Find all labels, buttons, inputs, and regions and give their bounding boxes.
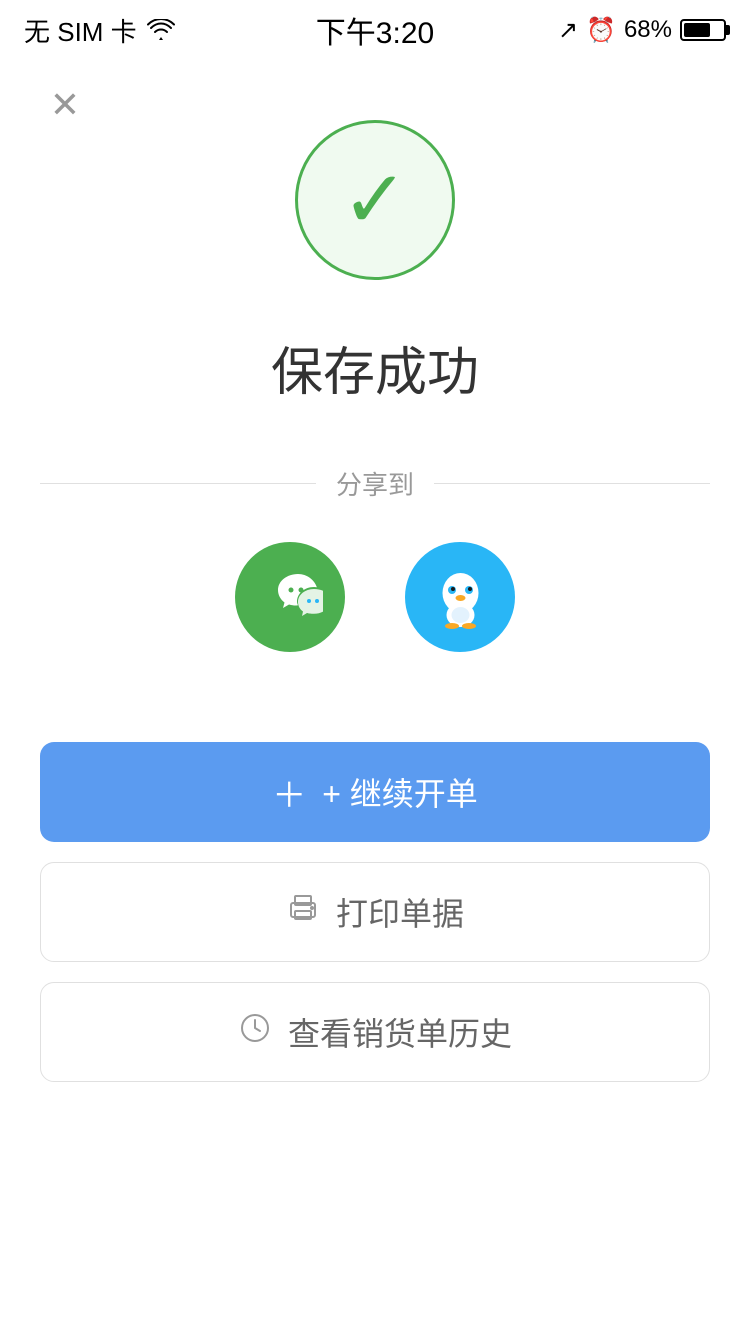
print-icon <box>286 891 320 934</box>
share-section: 分享到 <box>0 465 750 652</box>
success-circle: ✓ <box>295 120 455 280</box>
checkmark-icon: ✓ <box>341 160 408 240</box>
wechat-icon <box>258 570 323 625</box>
divider-left <box>40 483 316 484</box>
divider-right <box>434 483 710 484</box>
share-divider: 分享到 <box>40 465 710 502</box>
close-icon: ✕ <box>50 87 80 123</box>
continue-label: + 继续开单 <box>322 769 478 815</box>
share-icons-row <box>40 542 710 652</box>
history-icon <box>238 1011 272 1054</box>
status-bar: 无 SIM 卡 下午3:20 ↗ ⏰ 68% <box>0 0 750 60</box>
close-button[interactable]: ✕ <box>40 80 90 130</box>
share-label: 分享到 <box>336 465 414 502</box>
location-icon: ↗ <box>558 16 578 45</box>
history-label: 查看销货单历史 <box>288 1009 512 1055</box>
battery-icon <box>680 19 726 41</box>
print-button[interactable]: 打印单据 <box>40 862 710 962</box>
status-time: 下午3:20 <box>316 8 434 52</box>
wifi-icon <box>147 19 175 41</box>
status-left: 无 SIM 卡 <box>24 12 175 49</box>
qq-icon <box>428 565 493 630</box>
wechat-share-button[interactable] <box>235 542 345 652</box>
success-title: 保存成功 <box>271 330 479 405</box>
print-label: 打印单据 <box>336 889 464 935</box>
action-buttons: ＋ + 继续开单 打印单据 查看销货单历 <box>0 742 750 1082</box>
no-sim-label: 无 SIM 卡 <box>24 12 137 49</box>
history-button[interactable]: 查看销货单历史 <box>40 982 710 1082</box>
continue-button[interactable]: ＋ + 继续开单 <box>40 742 710 842</box>
status-right: ↗ ⏰ 68% <box>558 16 726 45</box>
battery-percentage: 68% <box>624 16 672 44</box>
main-content: ✓ 保存成功 分享到 <box>0 60 750 1082</box>
qq-share-button[interactable] <box>405 542 515 652</box>
plus-icon: ＋ <box>272 768 306 817</box>
alarm-icon: ⏰ <box>586 16 616 45</box>
